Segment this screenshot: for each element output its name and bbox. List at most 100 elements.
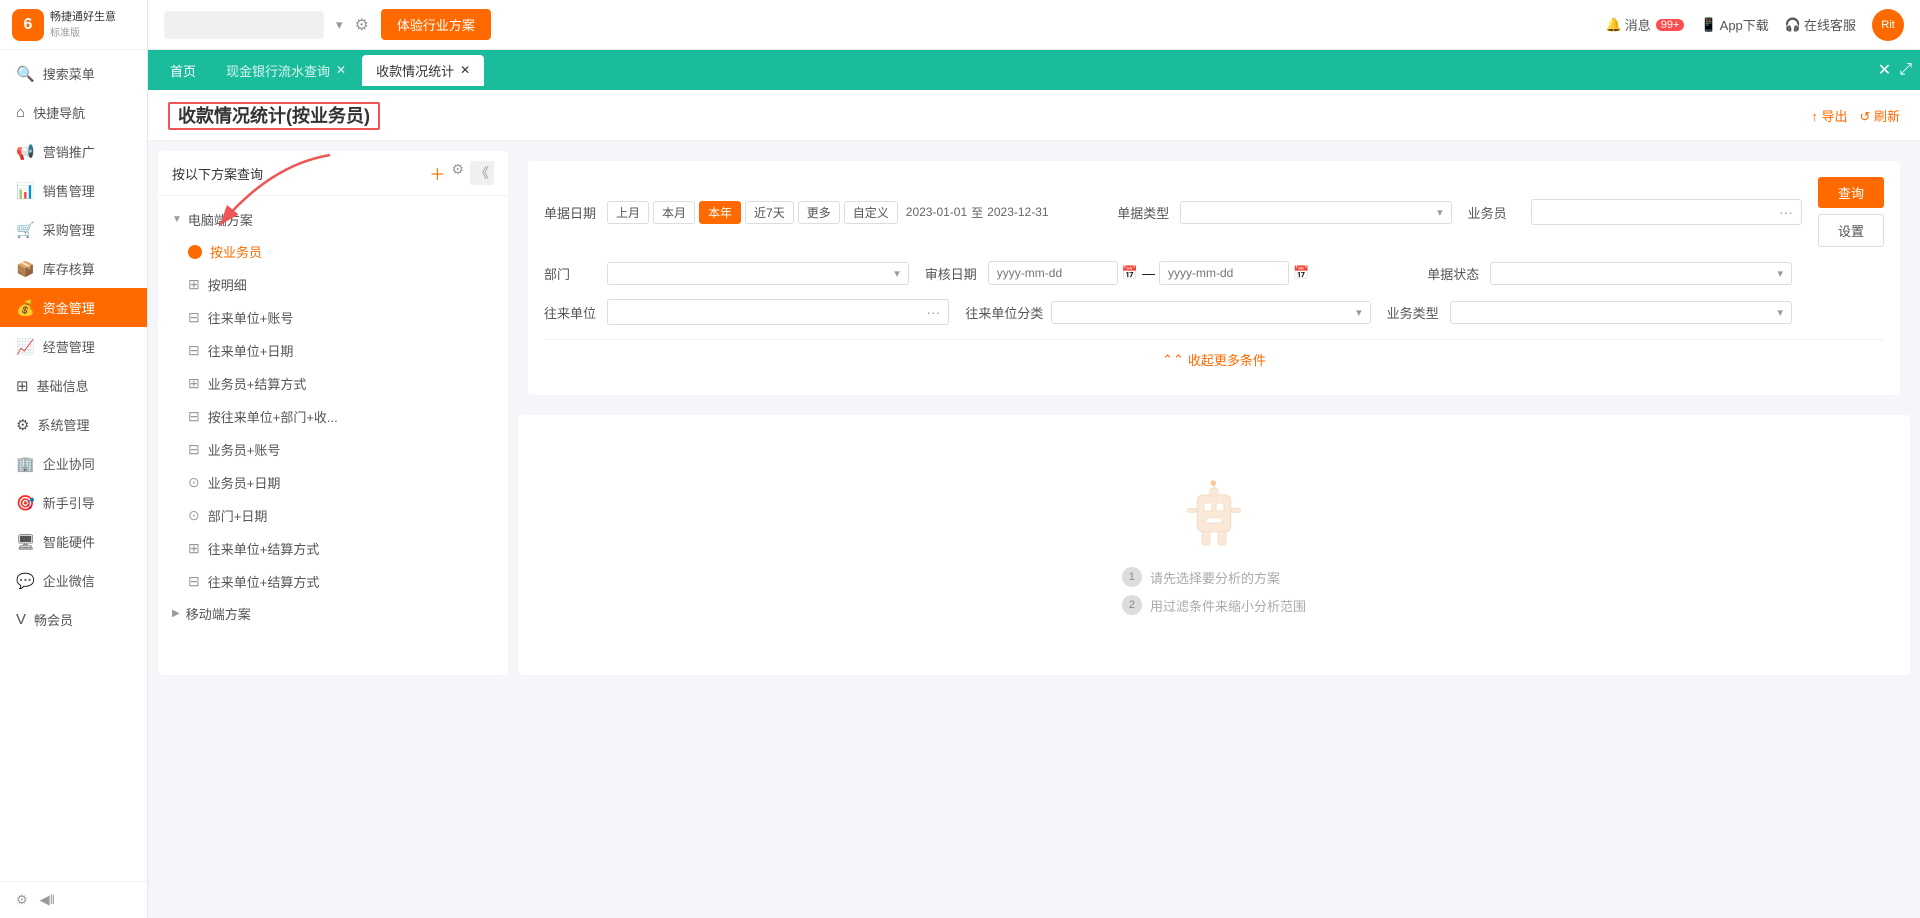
salesperson-select[interactable]: ···	[1531, 199, 1802, 225]
partner-select[interactable]: ···	[607, 299, 949, 325]
biz-type-field: 业务类型 ▾	[1387, 301, 1792, 324]
tab-bank-flow[interactable]: 现金银行流水查询 ✕	[212, 55, 360, 86]
right-panel: 单据日期 上月 本月 本年 近7天 更多 自定义 2023-01-01	[518, 151, 1910, 675]
doc-type-select[interactable]: ▾	[1180, 201, 1451, 224]
sidebar-item-finance[interactable]: 💰 资金管理	[0, 288, 147, 327]
sidebar-item-member[interactable]: V 畅会员	[0, 600, 147, 639]
this-year-btn[interactable]: 本年	[699, 201, 741, 224]
more-date-btn[interactable]: 更多	[798, 201, 840, 224]
scheme-collapse-icon[interactable]: 《	[470, 161, 494, 185]
online-service-area[interactable]: 🎧 在线客服	[1785, 15, 1856, 34]
scheme-group-desktop-header[interactable]: ▼ 电脑端方案	[158, 204, 508, 235]
app-download-area[interactable]: 📱 App下载	[1700, 15, 1768, 34]
tab-close-all-button[interactable]: ✕	[1878, 60, 1891, 80]
sidebar-nav: 🔍 搜索菜单 ⌂ 快捷导航 📢 营销推广 📊 销售管理 🛒 采购管理 📦 库存核…	[0, 50, 147, 881]
messages-area[interactable]: 🔔 消息 99+	[1606, 15, 1685, 34]
salesperson-account-icon: ⊟	[188, 441, 200, 458]
sidebar-item-operations[interactable]: 📈 经营管理	[0, 327, 147, 366]
empty-steps: 1 请先选择要分析的方案 2 用过滤条件来缩小分析范围	[1122, 567, 1306, 615]
partner-more-icon[interactable]: ···	[926, 304, 940, 320]
scheme-item-by-detail[interactable]: ⊞ 按明细	[158, 268, 508, 301]
sidebar-item-quicknav[interactable]: ⌂ 快捷导航	[0, 93, 147, 132]
tab-close-bank-flow[interactable]: ✕	[336, 63, 346, 77]
scheme-item-dept-date[interactable]: ⊙ 部门+日期	[158, 499, 508, 532]
sidebar-item-weixin[interactable]: 💬 企业微信	[0, 561, 147, 600]
scheme-settings-icon[interactable]: ⚙	[451, 161, 464, 185]
collapse-button[interactable]: ⌃⌃ 收起更多条件	[1162, 350, 1266, 369]
doc-type-label: 单据类型	[1117, 203, 1172, 222]
sidebar-item-marketing[interactable]: 📢 营销推广	[0, 132, 147, 171]
settings-button[interactable]: 设置	[1818, 214, 1884, 247]
dept-select[interactable]: ▾	[607, 262, 909, 285]
sidebar-item-inventory[interactable]: 📦 库存核算	[0, 249, 147, 288]
dropdown-arrow-icon[interactable]: ▾	[336, 17, 343, 33]
collapse-sidebar-icon[interactable]: ◀‖	[40, 892, 55, 908]
header-gear-icon[interactable]: ⚙	[355, 15, 369, 35]
scheme-item-salesperson-account[interactable]: ⊟ 业务员+账号	[158, 433, 508, 466]
tab-expand-button[interactable]: ⤢	[1899, 61, 1912, 79]
scheme-item-salesperson-date[interactable]: ⊙ 业务员+日期	[158, 466, 508, 499]
add-scheme-button[interactable]: ＋	[429, 161, 445, 185]
sidebar-item-baseinfo[interactable]: ⊞ 基础信息	[0, 366, 147, 405]
last-month-btn[interactable]: 上月	[607, 201, 649, 224]
logo-badge: 标准版	[50, 24, 116, 39]
sidebar-item-enterprise[interactable]: 🏢 企业协同	[0, 444, 147, 483]
system-icon: ⚙	[16, 416, 29, 434]
refresh-button[interactable]: ↺ 刷新	[1859, 106, 1900, 125]
user-avatar[interactable]: Rit	[1872, 9, 1904, 41]
doc-date-field: 单据日期 上月 本月 本年 近7天 更多 自定义 2023-01-01	[544, 201, 1101, 224]
enterprise-icon: 🏢	[16, 455, 35, 473]
logo-text: 畅捷通好生意	[50, 10, 116, 24]
sidebar-item-purchase[interactable]: 🛒 采购管理	[0, 210, 147, 249]
sidebar-item-system[interactable]: ⚙ 系统管理	[0, 405, 147, 444]
tab-receipt-stats[interactable]: 收款情况统计 ✕	[362, 55, 484, 86]
scheme-item-partner-account[interactable]: ⊟ 往来单位+账号	[158, 301, 508, 334]
scheme-item-partner-date[interactable]: ⊟ 往来单位+日期	[158, 334, 508, 367]
refresh-icon: ↺	[1859, 109, 1870, 124]
custom-date-btn[interactable]: 自定义	[844, 201, 898, 224]
sidebar-item-sales[interactable]: 📊 销售管理	[0, 171, 147, 210]
doc-status-select[interactable]: ▾	[1490, 262, 1792, 285]
biz-type-select[interactable]: ▾	[1450, 301, 1792, 324]
salesperson-more-icon[interactable]: ···	[1779, 204, 1793, 220]
trial-button[interactable]: 体验行业方案	[381, 9, 491, 40]
scheme-group-mobile-header[interactable]: ▶ 移动端方案	[158, 598, 508, 629]
review-date-inputs: 📅 — 📅	[988, 261, 1309, 285]
sidebar-item-search[interactable]: 🔍 搜索菜单	[0, 54, 147, 93]
step-1-number: 1	[1122, 567, 1142, 587]
dept-field: 部门 ▾	[544, 262, 909, 285]
partner-label: 往来单位	[544, 303, 599, 322]
scheme-item-partner-settle2[interactable]: ⊟ 往来单位+结算方式	[158, 565, 508, 598]
sidebar-footer: ⚙ ◀‖	[0, 881, 147, 918]
partner-settle1-icon: ⊞	[188, 540, 200, 557]
empty-step-1: 1 请先选择要分析的方案	[1122, 567, 1306, 587]
review-date-from[interactable]	[988, 261, 1118, 285]
dept-date-icon: ⊙	[188, 507, 200, 524]
calendar-icon-to[interactable]: 📅	[1293, 265, 1309, 281]
review-date-to[interactable]	[1159, 261, 1289, 285]
sidebar-logo: 6 畅捷通好生意 标准版	[0, 0, 147, 50]
tab-home[interactable]: 首页	[156, 55, 210, 86]
this-month-btn[interactable]: 本月	[653, 201, 695, 224]
calendar-icon-from[interactable]: 📅	[1122, 265, 1138, 281]
settings-footer-icon[interactable]: ⚙	[16, 892, 28, 908]
export-icon: ↑	[1811, 109, 1818, 124]
salesperson-settle-icon: ⊞	[188, 375, 200, 392]
sidebar-item-newbie[interactable]: 🎯 新手引导	[0, 483, 147, 522]
scheme-item-salesperson-settle[interactable]: ⊞ 业务员+结算方式	[158, 367, 508, 400]
scheme-group-mobile: ▶ 移动端方案	[158, 598, 508, 629]
scheme-panel: 按以下方案查询 ＋ ⚙ 《 ▼ 电脑端方案	[158, 151, 508, 675]
main-area: ▾ ⚙ 体验行业方案 🔔 消息 99+ 📱 App下载 🎧 在线客服 Rit	[148, 0, 1920, 918]
export-button[interactable]: ↑ 导出	[1811, 106, 1847, 125]
tab-close-receipt-stats[interactable]: ✕	[460, 63, 470, 77]
content-wrapper: 按以下方案查询 ＋ ⚙ 《 ▼ 电脑端方案	[148, 141, 1920, 685]
date-shortcuts: 上月 本月 本年 近7天 更多 自定义	[607, 201, 898, 224]
query-button[interactable]: 查询	[1818, 177, 1884, 208]
scheme-item-partner-settle1[interactable]: ⊞ 往来单位+结算方式	[158, 532, 508, 565]
scheme-item-partner-dept[interactable]: ⊟ 按往来单位+部门+收...	[158, 400, 508, 433]
scheme-item-by-salesperson[interactable]: 按业务员	[158, 235, 508, 268]
salesperson-date-icon: ⊙	[188, 474, 200, 491]
last-7days-btn[interactable]: 近7天	[745, 201, 794, 224]
partner-category-select[interactable]: ▾	[1051, 301, 1370, 324]
sidebar-item-smarthw[interactable]: 🖥 智能硬件	[0, 522, 147, 561]
